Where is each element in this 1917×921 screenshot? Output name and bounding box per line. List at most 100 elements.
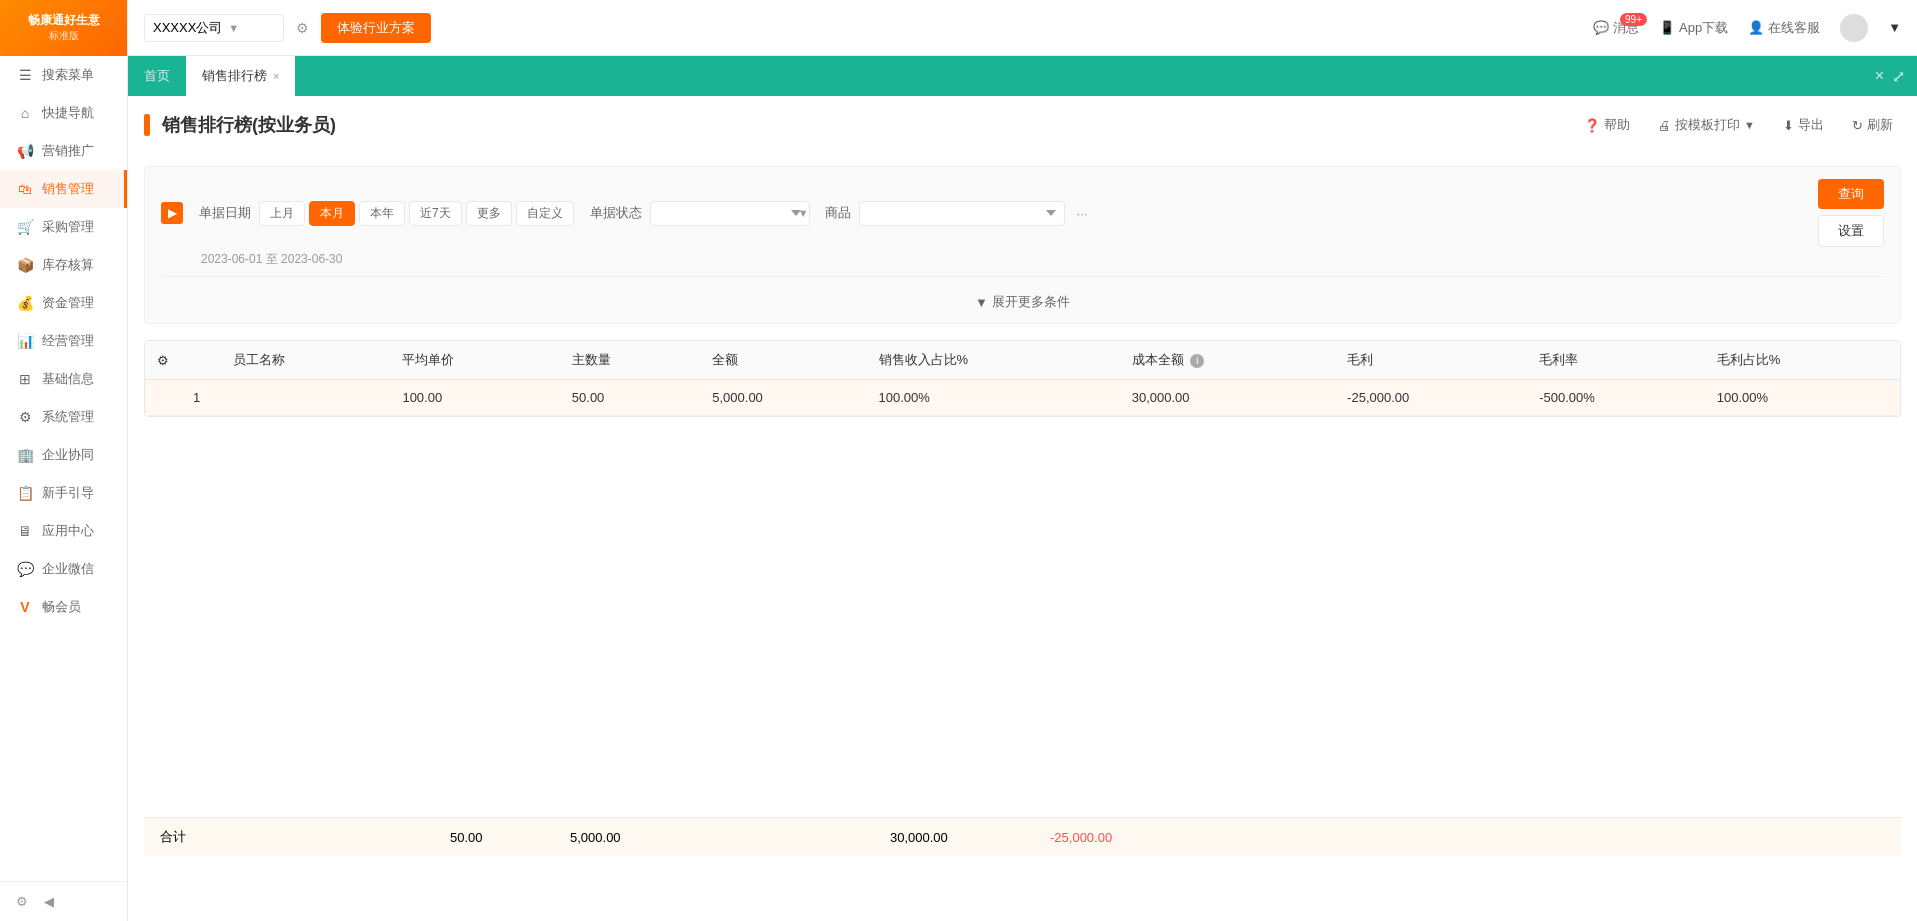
window-expand-icon[interactable]: ⤢: [1892, 67, 1905, 86]
app-download-link[interactable]: 📱 App下载: [1659, 19, 1728, 37]
trial-button[interactable]: 体验行业方案: [321, 13, 431, 43]
total-gross: -25,000.00: [1050, 830, 1190, 845]
user-avatar[interactable]: [1840, 14, 1868, 42]
sidebar-item-wechat[interactable]: 💬 企业微信: [0, 550, 127, 588]
tab-home-label: 首页: [144, 67, 170, 85]
status-dropdown-extra: ▼: [798, 207, 809, 219]
goods-filter-label: 商品: [825, 204, 851, 222]
sidebar-item-sales[interactable]: 🛍 销售管理: [0, 170, 127, 208]
sidebar-label-guide: 新手引导: [42, 484, 94, 502]
status-filter-label: 单据状态: [590, 204, 642, 222]
template-print-label: 按模板打印: [1675, 116, 1740, 134]
tab-close-icon[interactable]: ×: [273, 70, 279, 82]
total-cost: 30,000.00: [890, 830, 1030, 845]
total-qty: 50.00: [450, 830, 550, 845]
sidebar-label-shortcut: 快捷导航: [42, 104, 94, 122]
tab-home[interactable]: 首页: [128, 56, 186, 96]
sidebar-item-inventory[interactable]: 📦 库存核算: [0, 246, 127, 284]
col-avg-price: 平均单价: [390, 341, 559, 380]
col-sales-pct: 销售收入占比%: [867, 341, 1120, 380]
sidebar-item-guide[interactable]: 📋 新手引导: [0, 474, 127, 512]
goods-more-icon: ···: [1077, 206, 1088, 221]
goods-input[interactable]: [859, 201, 1065, 226]
date-range-text: 2023-06-01 至 2023-06-30: [201, 252, 342, 266]
company-selector[interactable]: XXXXX公司 ▼: [144, 14, 284, 42]
cell-name: [221, 380, 390, 416]
app-download-label: App下载: [1679, 19, 1728, 37]
help-button[interactable]: ❓ 帮助: [1576, 112, 1638, 138]
sidebar-item-marketing[interactable]: 📢 营销推广: [0, 132, 127, 170]
title-accent: [144, 114, 150, 136]
sidebar-label-wechat: 企业微信: [42, 560, 94, 578]
sidebar-label-inventory: 库存核算: [42, 256, 94, 274]
settings-button[interactable]: 设置: [1818, 215, 1884, 247]
col-settings[interactable]: ⚙: [145, 341, 181, 380]
total-label: 合计: [160, 828, 290, 846]
cell-qty: 50.00: [560, 380, 700, 416]
expand-more-btn[interactable]: ▼ 展开更多条件: [975, 293, 1070, 311]
goods-filter: 商品 ···: [825, 201, 1088, 226]
print-dropdown-icon: ▼: [1744, 119, 1755, 131]
cost-info-icon[interactable]: i: [1190, 354, 1204, 368]
sidebar-item-shortcut[interactable]: ⌂ 快捷导航: [0, 94, 127, 132]
notification-bell[interactable]: 💬 消息 99+: [1593, 19, 1639, 37]
sidebar-item-purchase[interactable]: 🛒 采购管理: [0, 208, 127, 246]
refresh-label: 刷新: [1867, 116, 1893, 134]
sidebar-item-operations[interactable]: 📊 经营管理: [0, 322, 127, 360]
tab-sales-ranking[interactable]: 销售排行榜 ×: [186, 56, 295, 96]
online-service-link[interactable]: 👤 在线客服: [1748, 19, 1820, 37]
expand-more-label: 展开更多条件: [992, 293, 1070, 311]
sidebar-item-member[interactable]: V 畅会员: [0, 588, 127, 626]
date-btn-custom[interactable]: 自定义: [516, 201, 574, 226]
cell-avg-price: 100.00: [390, 380, 559, 416]
sidebar-collapse-icon[interactable]: ◀: [44, 894, 54, 909]
sidebar-item-enterprise[interactable]: 🏢 企业协同: [0, 436, 127, 474]
date-btn-last-month[interactable]: 上月: [259, 201, 305, 226]
date-btn-this-month[interactable]: 本月: [309, 201, 355, 226]
date-buttons: 上月 本月 本年 近7天 更多 自定义: [259, 201, 574, 226]
sidebar-item-apps[interactable]: 🖥 应用中心: [0, 512, 127, 550]
topbar: XXXXX公司 ▼ ⚙ 体验行业方案 💬 消息 99+ 📱 App下载 👤 在线…: [128, 0, 1917, 56]
sidebar-item-search[interactable]: ☰ 搜索菜单: [0, 56, 127, 94]
date-btn-7days[interactable]: 近7天: [409, 201, 462, 226]
status-filter: 单据状态 ▼: [590, 201, 809, 226]
cell-settings: [145, 380, 181, 416]
date-btn-more[interactable]: 更多: [466, 201, 512, 226]
query-button[interactable]: 查询: [1818, 179, 1884, 209]
col-rank: [181, 341, 221, 380]
filter-arrow-icon: ▶: [168, 206, 177, 220]
filter-row: ▶ 单据日期 上月 本月 本年 近7天 更多 自定义: [161, 179, 1884, 247]
refresh-button[interactable]: ↻ 刷新: [1844, 112, 1901, 138]
filter-toggle-icon[interactable]: ▶: [161, 202, 183, 224]
sidebar-bottom: ⚙ ◀: [0, 881, 127, 921]
status-select[interactable]: [650, 201, 810, 226]
date-filter: 单据日期 上月 本月 本年 近7天 更多 自定义: [199, 201, 574, 226]
sidebar-label-marketing: 营销推广: [42, 142, 94, 160]
sidebar-label-system: 系统管理: [42, 408, 94, 426]
date-btn-this-year[interactable]: 本年: [359, 201, 405, 226]
sidebar-label-purchase: 采购管理: [42, 218, 94, 236]
sidebar: 畅康通好生意 标准版 ☰ 搜索菜单 ⌂ 快捷导航 📢 营销推广 🛍 销售管理 🛒…: [0, 0, 128, 921]
window-close-icon[interactable]: ×: [1875, 67, 1884, 85]
filter-bar: ▶ 单据日期 上月 本月 本年 近7天 更多 自定义: [144, 166, 1901, 324]
col-gross-pct: 毛利占比%: [1705, 341, 1900, 380]
logo-sub: 标准版: [49, 29, 79, 43]
content-spacer: [144, 417, 1901, 817]
template-print-button[interactable]: 🖨 按模板打印 ▼: [1650, 112, 1763, 138]
export-button[interactable]: ⬇ 导出: [1775, 112, 1832, 138]
sidebar-settings-icon[interactable]: ⚙: [16, 894, 28, 909]
logo-text: 畅康通好生意: [28, 13, 100, 29]
cell-gross-pct: 100.00%: [1705, 380, 1900, 416]
gear-icon[interactable]: ⚙: [296, 20, 309, 36]
sidebar-item-system[interactable]: ⚙ 系统管理: [0, 398, 127, 436]
sidebar-item-basic[interactable]: ⊞ 基础信息: [0, 360, 127, 398]
marketing-icon: 📢: [16, 143, 34, 159]
footer-total: 合计 50.00 5,000.00 30,000.00 -25,000.00: [144, 817, 1901, 856]
date-filter-label: 单据日期: [199, 204, 251, 222]
page-header: 销售排行榜(按业务员) ❓ 帮助 🖨 按模板打印 ▼ ⬇ 导出 ↻: [144, 112, 1901, 150]
sidebar-item-finance[interactable]: 💰 资金管理: [0, 284, 127, 322]
date-range-display: 2023-06-01 至 2023-06-30: [161, 251, 1884, 268]
cell-gross: -25,000.00: [1335, 380, 1527, 416]
col-gross-rate: 毛利率: [1527, 341, 1705, 380]
filter-expand-handle[interactable]: ▶: [161, 202, 183, 224]
